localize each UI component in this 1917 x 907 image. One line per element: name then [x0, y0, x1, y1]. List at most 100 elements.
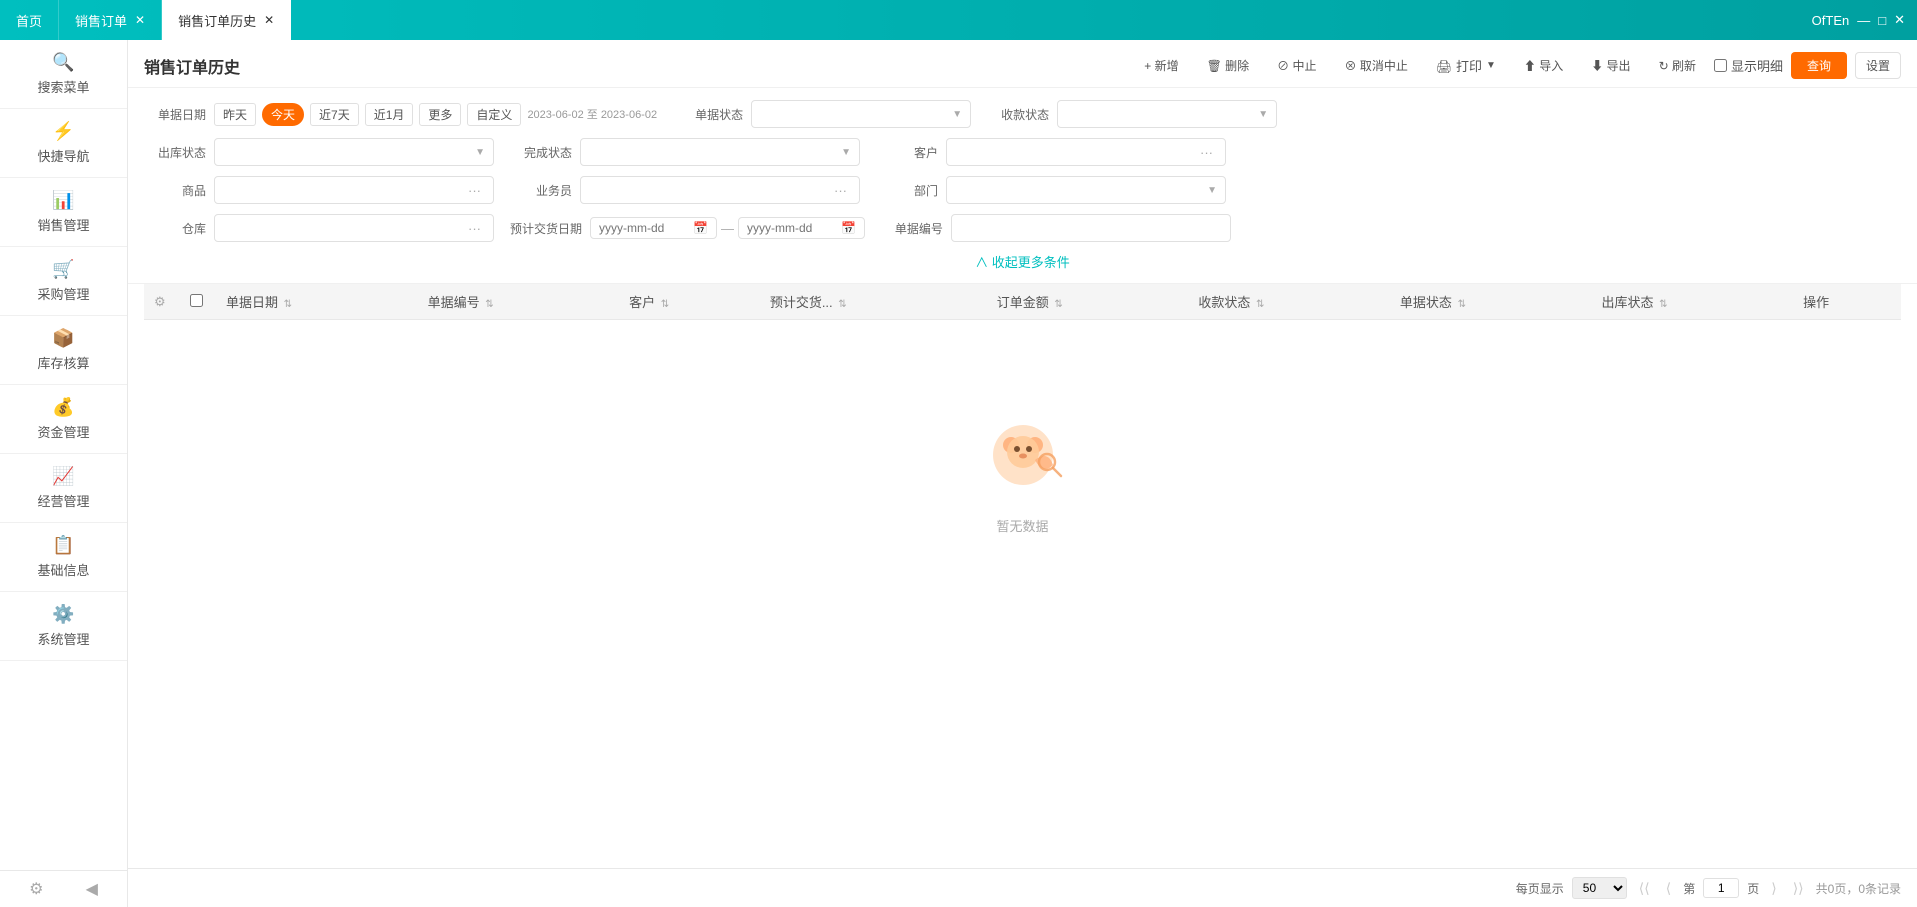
tab-home[interactable]: 首页	[0, 0, 59, 40]
date-btn-more[interactable]: 更多	[419, 103, 461, 126]
table-col-checkbox	[180, 284, 216, 320]
sidebar-item-purchase-mgmt[interactable]: 🛒 采购管理	[0, 247, 127, 316]
product-ellipsis-icon[interactable]: ···	[464, 183, 485, 198]
delivery-start-cal-icon[interactable]: 📅	[693, 221, 708, 235]
tab-sales-order[interactable]: 销售订单 ✕	[59, 0, 162, 40]
table-col-order-status-label: 单据状态	[1400, 295, 1452, 310]
product-field[interactable]: ···	[214, 176, 494, 204]
order-no-label: 单据编号	[881, 220, 951, 237]
table-col-outbound-status-label: 出库状态	[1602, 295, 1654, 310]
date-btn-7days[interactable]: 近7天	[310, 103, 359, 126]
table-header-row: ⚙ 单据日期 ⇅ 单据编号 ⇅	[144, 284, 1901, 320]
customer-ellipsis-icon[interactable]: ···	[1196, 145, 1217, 160]
table-col-order-no-sort-icon[interactable]: ⇅	[485, 299, 493, 310]
table-col-payment-status: 收款状态 ⇅	[1188, 284, 1390, 320]
filter-row-4: 仓库 ··· 预计交货日期 📅 — 📅 单据编号	[144, 214, 1901, 242]
tab-sales-order-history-close[interactable]: ✕	[264, 13, 274, 27]
page-next-btn[interactable]: ⟩	[1767, 878, 1780, 899]
cancel-stop-button[interactable]: ⊗ 取消中止	[1335, 53, 1418, 78]
window-close-btn[interactable]: ✕	[1894, 12, 1905, 28]
customer-field[interactable]: ···	[946, 138, 1226, 166]
table-col-payment-status-sort-icon[interactable]: ⇅	[1256, 299, 1264, 310]
sidebar-item-search-menu[interactable]: 🔍 搜索菜单	[0, 40, 127, 109]
table-area: ⚙ 单据日期 ⇅ 单据编号 ⇅	[128, 284, 1917, 868]
sidebar-bottom-expand-icon[interactable]: ◀	[86, 879, 98, 899]
expected-delivery-start-field[interactable]: 📅	[590, 217, 717, 239]
print-dropdown-icon[interactable]: ▼	[1486, 60, 1496, 71]
table-col-order-status-sort-icon[interactable]: ⇅	[1458, 299, 1466, 310]
tab-sales-order-close[interactable]: ✕	[135, 13, 145, 27]
sales-rep-ellipsis-icon[interactable]: ···	[830, 183, 851, 198]
order-no-field[interactable]	[951, 214, 1231, 242]
query-button[interactable]: 查询	[1791, 52, 1847, 79]
print-button[interactable]: 🖨 打印 ▼	[1426, 52, 1506, 79]
order-status-field[interactable]: ▼	[751, 100, 971, 128]
table-col-customer-sort-icon[interactable]: ⇅	[661, 299, 669, 310]
warehouse-ellipsis-icon[interactable]: ···	[464, 221, 485, 236]
table-select-all-checkbox[interactable]	[190, 294, 203, 307]
page-prev-btn[interactable]: ⟨	[1662, 878, 1675, 899]
import-button[interactable]: ⬆ 导入	[1514, 53, 1573, 78]
sidebar-item-sales-mgmt[interactable]: 📊 销售管理	[0, 178, 127, 247]
sales-rep-field[interactable]: ···	[580, 176, 860, 204]
date-btn-yesterday[interactable]: 昨天	[214, 103, 256, 126]
sidebar-item-operations[interactable]: 📈 经营管理	[0, 454, 127, 523]
show-detail-checkbox[interactable]	[1714, 59, 1727, 72]
page-last-btn[interactable]: ⟩⟩	[1789, 878, 1808, 899]
stop-button[interactable]: ⊘ 中止	[1267, 53, 1326, 78]
window-max-btn[interactable]: □	[1878, 13, 1886, 28]
date-btn-1month[interactable]: 近1月	[365, 103, 414, 126]
outbound-status-field[interactable]: ▼	[214, 138, 494, 166]
settings-button[interactable]: 设置	[1855, 52, 1901, 79]
empty-text: 暂无数据	[996, 516, 1048, 535]
refresh-button[interactable]: ↻ 刷新	[1649, 53, 1706, 78]
main-layout: 🔍 搜索菜单 ⚡ 快捷导航 📊 销售管理 🛒 采购管理 📦 库存核算 💰 资金管…	[0, 40, 1917, 907]
export-button[interactable]: ⬇ 导出	[1581, 53, 1640, 78]
delivery-end-input[interactable]	[747, 221, 837, 235]
table-col-customer-label: 客户	[629, 295, 655, 310]
date-btn-today[interactable]: 今天	[262, 103, 304, 126]
page-input[interactable]	[1703, 878, 1739, 898]
table-col-operations-label: 操作	[1803, 295, 1829, 310]
add-button[interactable]: + 新增	[1134, 53, 1188, 78]
sidebar-item-finance[interactable]: 💰 资金管理	[0, 385, 127, 454]
sidebar-item-system-mgmt[interactable]: ⚙️ 系统管理	[0, 592, 127, 661]
table-col-date-sort-icon[interactable]: ⇅	[284, 299, 292, 310]
expected-delivery-end-field[interactable]: 📅	[738, 217, 865, 239]
warehouse-label: 仓库	[144, 220, 214, 237]
completion-status-field[interactable]: ▼	[580, 138, 860, 166]
sidebar-item-inventory[interactable]: 📦 库存核算	[0, 316, 127, 385]
payment-status-label: 收款状态	[987, 106, 1057, 123]
table-col-payment-status-label: 收款状态	[1198, 295, 1250, 310]
delivery-end-cal-icon[interactable]: 📅	[841, 221, 856, 235]
department-label: 部门	[876, 182, 946, 199]
delete-button[interactable]: 🗑 删除	[1197, 53, 1260, 78]
table-col-order-amount-label: 订单金额	[997, 295, 1049, 310]
department-field[interactable]: ▼	[946, 176, 1226, 204]
sidebar-item-quick-nav[interactable]: ⚡ 快捷导航	[0, 109, 127, 178]
warehouse-field[interactable]: ···	[214, 214, 494, 242]
tab-sales-order-label: 销售订单	[75, 11, 127, 30]
search-menu-icon: 🔍	[52, 52, 74, 73]
customer-label: 客户	[876, 144, 946, 161]
page-first-btn[interactable]: ⟨⟨	[1635, 878, 1654, 899]
delivery-start-input[interactable]	[599, 221, 689, 235]
sidebar-bottom-settings-icon[interactable]: ⚙	[29, 879, 43, 899]
per-page-select[interactable]: 50 10 20 100	[1572, 877, 1627, 899]
date-filter-label: 单据日期	[144, 106, 214, 123]
content-area: 销售订单历史 + 新增 🗑 删除 ⊘ 中止 ⊗ 取消中止 🖨 打印 ▼ ⬆ 导入…	[128, 40, 1917, 907]
table-col-expected-delivery-sort-icon[interactable]: ⇅	[838, 299, 846, 310]
department-arrow-icon: ▼	[1207, 185, 1217, 196]
table-gear-icon[interactable]: ⚙	[154, 294, 166, 309]
sidebar-item-inventory-label: 库存核算	[37, 353, 89, 372]
sidebar-item-basic-info[interactable]: 📋 基础信息	[0, 523, 127, 592]
payment-status-field[interactable]: ▼	[1057, 100, 1277, 128]
date-btn-custom[interactable]: 自定义	[467, 103, 521, 126]
table-col-outbound-status-sort-icon[interactable]: ⇅	[1659, 299, 1667, 310]
window-min-btn[interactable]: —	[1857, 13, 1870, 28]
table-col-order-amount-sort-icon[interactable]: ⇅	[1054, 299, 1062, 310]
collapse-row[interactable]: ∧ 收起更多条件	[144, 252, 1901, 271]
tab-sales-order-history[interactable]: 销售订单历史 ✕	[162, 0, 291, 40]
table-col-expected-delivery: 预计交货... ⇅	[760, 284, 987, 320]
total-text: 共0页，0条记录	[1816, 880, 1901, 897]
